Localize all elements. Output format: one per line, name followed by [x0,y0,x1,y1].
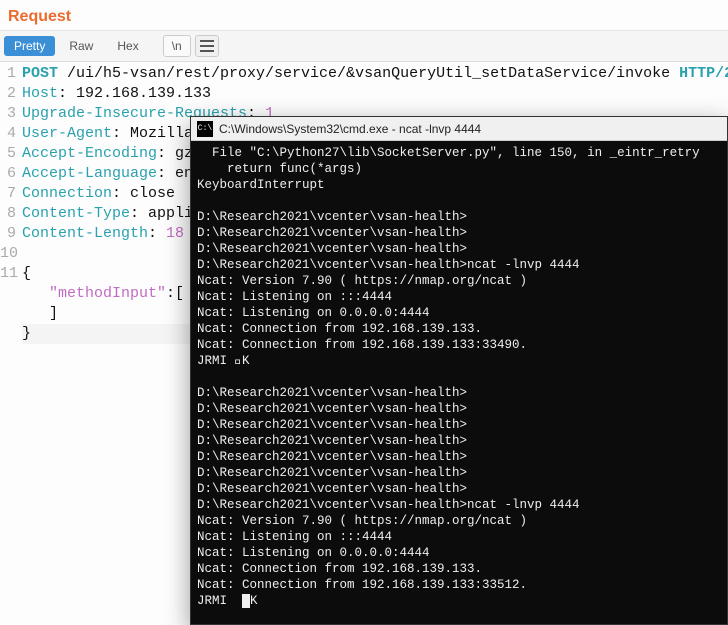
cmd-line: Ncat: Version 7.90 ( https://nmap.org/nc… [197,273,721,289]
cmd-line: KeyboardInterrupt [197,177,721,193]
cmd-title: C:\Windows\System32\cmd.exe - ncat -lnvp… [219,121,481,137]
cmd-line [197,193,721,209]
cmd-line: D:\Research2021\vcenter\vsan-health> [197,241,721,257]
cmd-output[interactable]: File "C:\Python27\lib\SocketServer.py", … [191,141,727,624]
cmd-line: D:\Research2021\vcenter\vsan-health> [197,225,721,241]
cmd-line: D:\Research2021\vcenter\vsan-health> [197,465,721,481]
hamburger-icon[interactable] [195,35,219,57]
line-number [0,324,16,344]
cmd-line: D:\Research2021\vcenter\vsan-health> [197,433,721,449]
cmd-line: D:\Research2021\vcenter\vsan-health> [197,481,721,497]
cmd-titlebar[interactable]: C:\ C:\Windows\System32\cmd.exe - ncat -… [191,117,727,141]
newline-toggle-button[interactable]: \n [163,35,191,57]
cmd-line: D:\Research2021\vcenter\vsan-health>ncat… [197,257,721,273]
tab-pretty[interactable]: Pretty [4,36,55,56]
cmd-line: D:\Research2021\vcenter\vsan-health> [197,385,721,401]
cmd-line: JRMI  K [197,353,721,369]
cmd-line: Ncat: Version 7.90 ( https://nmap.org/nc… [197,513,721,529]
line-number: 2 [0,84,16,104]
cmd-line: D:\Research2021\vcenter\vsan-health> [197,417,721,433]
cmd-line: Ncat: Connection from 192.168.139.133:33… [197,577,721,593]
line-number: 6 [0,164,16,184]
code-line[interactable]: Host: 192.168.139.133 [22,84,728,104]
cmd-window[interactable]: C:\ C:\Windows\System32\cmd.exe - ncat -… [190,116,728,625]
cmd-line: Ncat: Listening on 0.0.0.0:4444 [197,305,721,321]
cmd-line: Ncat: Connection from 192.168.139.133. [197,321,721,337]
cmd-line: Ncat: Connection from 192.168.139.133:33… [197,337,721,353]
cmd-line: Ncat: Listening on :::4444 [197,289,721,305]
cmd-line [197,369,721,385]
view-toolbar: Pretty Raw Hex \n [0,31,728,62]
cmd-line: Ncat: Listening on :::4444 [197,529,721,545]
line-number: 5 [0,144,16,164]
line-number [0,304,16,324]
line-number: 9 [0,224,16,244]
line-number: 1 [0,64,16,84]
cmd-icon: C:\ [197,121,213,137]
cmd-line: return func(*args) [197,161,721,177]
line-number: 7 [0,184,16,204]
cmd-line: D:\Research2021\vcenter\vsan-health> [197,401,721,417]
cmd-line: D:\Research2021\vcenter\vsan-health>ncat… [197,497,721,513]
cmd-line: D:\Research2021\vcenter\vsan-health> [197,209,721,225]
cmd-line: Ncat: Listening on 0.0.0.0:4444 [197,545,721,561]
line-number: 11 [0,264,16,284]
line-number: 10 [0,244,16,264]
cmd-line: JRMI K [197,593,721,609]
tab-hex[interactable]: Hex [107,36,148,56]
code-line[interactable]: POST /ui/h5-vsan/rest/proxy/service/&vsa… [22,64,728,84]
line-number [0,284,16,304]
cmd-line: Ncat: Connection from 192.168.139.133. [197,561,721,577]
line-number: 4 [0,124,16,144]
tab-raw[interactable]: Raw [59,36,103,56]
panel-title: Request [0,0,728,31]
cmd-line: File "C:\Python27\lib\SocketServer.py", … [197,145,721,161]
line-number: 8 [0,204,16,224]
cmd-line: D:\Research2021\vcenter\vsan-health> [197,449,721,465]
line-number: 3 [0,104,16,124]
cursor [242,594,250,608]
